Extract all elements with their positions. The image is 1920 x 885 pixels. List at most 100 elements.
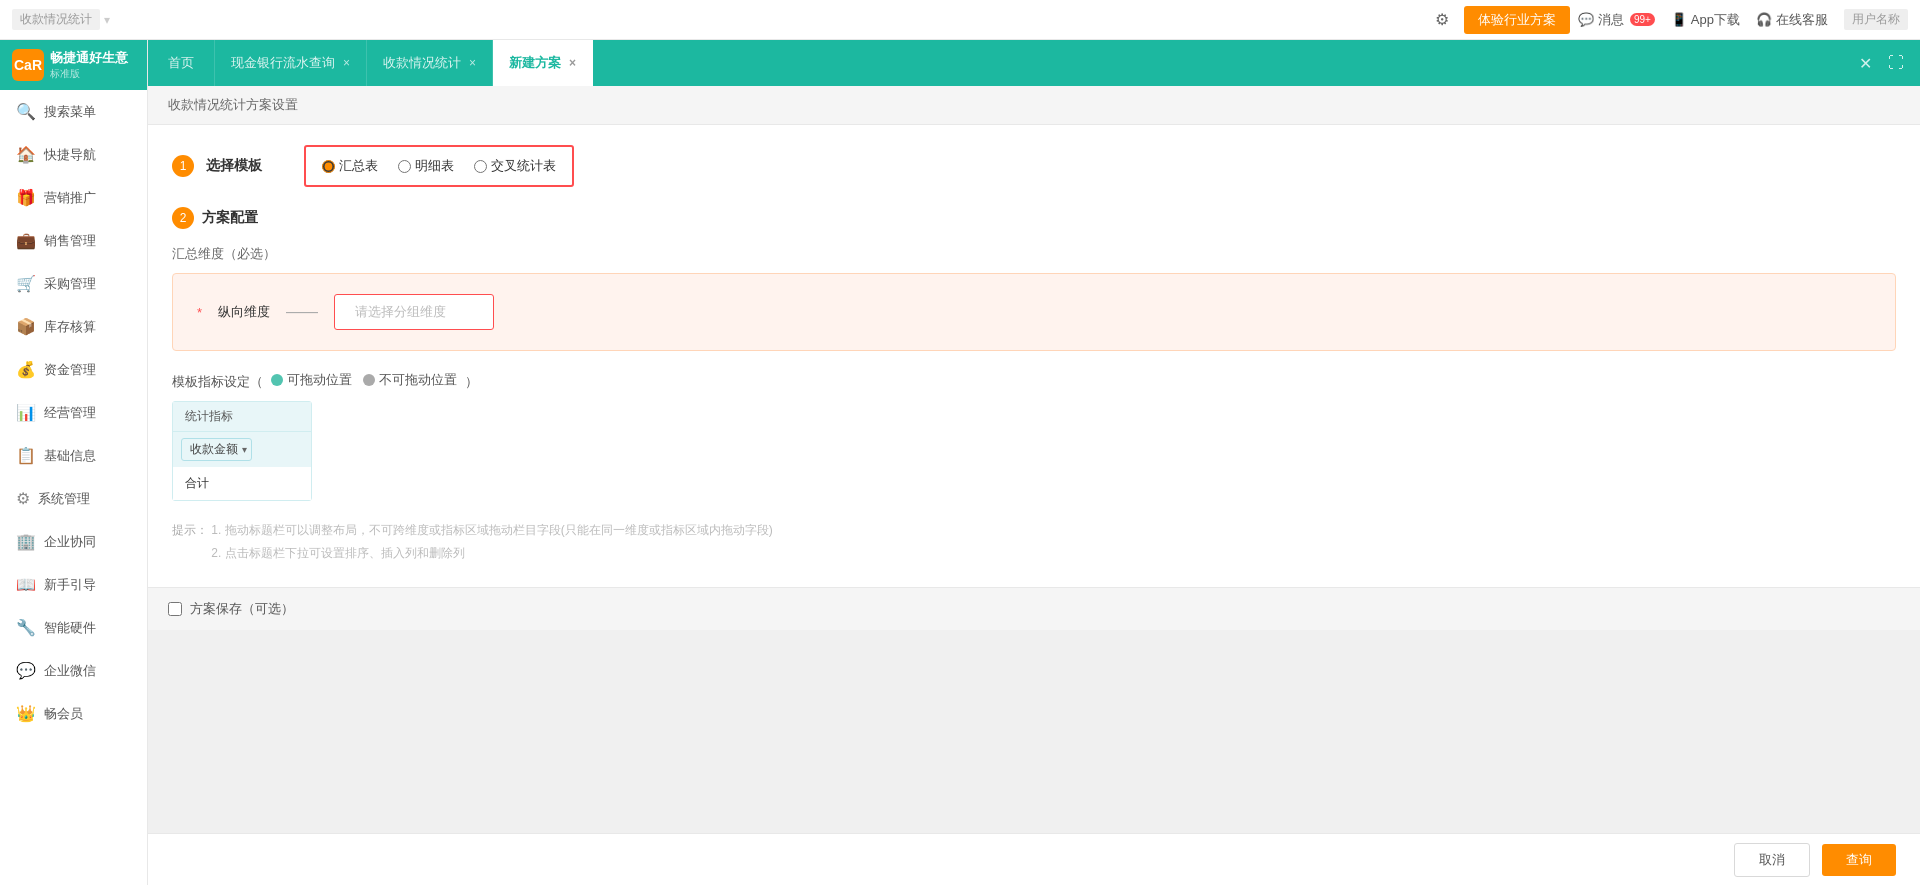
sidebar-label-enterprise: 企业协同: [44, 533, 96, 551]
sidebar-item-marketing[interactable]: 🎁 营销推广: [0, 176, 147, 219]
save-option-bar: 方案保存（可选）: [148, 587, 1920, 630]
industry-solution-button[interactable]: 体验行业方案: [1464, 6, 1570, 34]
gift-icon: 🎁: [16, 188, 36, 207]
sidebar-label-marketing: 营销推广: [44, 189, 96, 207]
tab-bank-flow[interactable]: 现金银行流水查询 ×: [215, 40, 367, 86]
tab-receipt-stats-label: 收款情况统计: [383, 54, 461, 72]
settings-button[interactable]: ⚙: [1428, 6, 1456, 34]
radio-summary[interactable]: 汇总表: [322, 157, 378, 175]
radio-cross-label: 交叉统计表: [491, 157, 556, 175]
step1-row: 1 选择模板 汇总表 明细表: [172, 145, 1896, 187]
purchase-icon: 🛒: [16, 274, 36, 293]
message-button[interactable]: 💬 消息 99+: [1578, 11, 1655, 29]
message-icon: 💬: [1578, 12, 1594, 27]
sidebar-label-hardware: 智能硬件: [44, 619, 96, 637]
sidebar-label-basic: 基础信息: [44, 447, 96, 465]
template-selection-box: 汇总表 明细表 交叉统计表: [304, 145, 574, 187]
step2-circle: 2: [172, 207, 194, 229]
tab-receipt-stats-close[interactable]: ×: [469, 56, 476, 70]
required-asterisk: *: [197, 305, 202, 320]
tab-maximize-button[interactable]: ⛶: [1884, 50, 1908, 76]
tab-close-window-button[interactable]: ✕: [1855, 50, 1876, 77]
sidebar-item-purchase[interactable]: 🛒 采购管理: [0, 262, 147, 305]
member-icon: 👑: [16, 704, 36, 723]
stats-header: 统计指标: [173, 402, 311, 432]
radio-detail-input[interactable]: [398, 160, 411, 173]
logo-edition: 标准版: [50, 67, 128, 81]
home-icon: 🏠: [16, 145, 36, 164]
save-label: 方案保存（可选）: [190, 600, 294, 618]
sidebar-label-member: 畅会员: [44, 705, 83, 723]
message-badge: 99+: [1630, 13, 1655, 26]
breadcrumb-arrow-icon: ▾: [104, 13, 110, 27]
sidebar-item-enterprise[interactable]: 🏢 企业协同: [0, 520, 147, 563]
header-right: 💬 消息 99+ 📱 App下载 🎧 在线客服 用户名称: [1578, 9, 1908, 30]
tab-new-plan-label: 新建方案: [509, 54, 561, 72]
tab-bar: 首页 现金银行流水查询 × 收款情况统计 × 新建方案 × ✕ ⛶: [148, 40, 1920, 86]
sidebar-label-inventory: 库存核算: [44, 318, 96, 336]
page-content: 收款情况统计方案设置 1 选择模板 汇总表: [148, 86, 1920, 833]
sidebar-item-inventory[interactable]: 📦 库存核算: [0, 305, 147, 348]
sidebar-label-quicknav: 快捷导航: [44, 146, 96, 164]
sidebar-item-wechat[interactable]: 💬 企业微信: [0, 649, 147, 692]
logo-main-text: 畅捷通好生意: [50, 49, 128, 67]
sidebar-label-sales: 销售管理: [44, 232, 96, 250]
sidebar-label-guide: 新手引导: [44, 576, 96, 594]
sidebar-item-member[interactable]: 👑 畅会员: [0, 692, 147, 735]
page-title-bar: 收款情况统计方案设置: [148, 86, 1920, 125]
logo-icon: CaR: [12, 49, 44, 81]
online-service-button[interactable]: 🎧 在线客服: [1756, 11, 1828, 29]
cancel-button[interactable]: 取消: [1734, 843, 1810, 877]
step2-label: 方案配置: [202, 209, 258, 227]
radio-summary-input[interactable]: [322, 160, 335, 173]
indicator-settings: 模板指标设定（ 可拖动位置 不可拖动位置 ）: [172, 371, 1896, 501]
sidebar-item-quicknav[interactable]: 🏠 快捷导航: [0, 133, 147, 176]
undraggable-position-badge: 不可拖动位置: [363, 371, 457, 389]
dimension-arrow-icon: ——: [286, 303, 318, 321]
radio-cross[interactable]: 交叉统计表: [474, 157, 556, 175]
radio-detail[interactable]: 明细表: [398, 157, 454, 175]
tab-home[interactable]: 首页: [148, 40, 215, 86]
sidebar-item-finance[interactable]: 💰 资金管理: [0, 348, 147, 391]
dimension-row: * 纵向维度 —— 请选择分组维度: [197, 294, 1871, 330]
radio-cross-input[interactable]: [474, 160, 487, 173]
hardware-icon: 🔧: [16, 618, 36, 637]
sum-cell: 合计: [173, 467, 311, 500]
sidebar-item-management[interactable]: 📊 经营管理: [0, 391, 147, 434]
tab-new-plan[interactable]: 新建方案 ×: [493, 40, 593, 86]
sidebar-label-system: 系统管理: [38, 490, 90, 508]
dimension-section-title: 汇总维度（必选）: [172, 245, 1896, 263]
sidebar-label-finance: 资金管理: [44, 361, 96, 379]
radio-detail-label: 明细表: [415, 157, 454, 175]
page-title: 收款情况统计方案设置: [168, 97, 298, 112]
indicator-settings-label: 模板指标设定（ 可拖动位置 不可拖动位置 ）: [172, 371, 478, 391]
receipt-amount-label: 收款金额: [190, 441, 238, 458]
vertical-dimension-label: 纵向维度: [218, 303, 270, 321]
user-avatar[interactable]: 用户名称: [1844, 9, 1908, 30]
sidebar-item-sales[interactable]: 💼 销售管理: [0, 219, 147, 262]
receipt-amount-tag[interactable]: 收款金额 ▾: [181, 438, 252, 461]
sidebar: CaR 畅捷通好生意 标准版 🔍 搜索菜单 🏠 快捷导航 🎁 营销推广 💼: [0, 40, 148, 885]
top-header: 收款情况统计 ▾ ⚙ 体验行业方案 💬 消息 99+ 📱 App下载 🎧 在线客…: [0, 0, 1920, 40]
sidebar-item-basic[interactable]: 📋 基础信息: [0, 434, 147, 477]
app-download-button[interactable]: 📱 App下载: [1671, 11, 1740, 29]
breadcrumb-text: 收款情况统计: [12, 9, 100, 30]
content-area: 首页 现金银行流水查询 × 收款情况统计 × 新建方案 × ✕ ⛶: [148, 40, 1920, 885]
tab-bank-flow-close[interactable]: ×: [343, 56, 350, 70]
search-icon: 🔍: [16, 102, 36, 121]
save-checkbox[interactable]: [168, 602, 182, 616]
logo-area: CaR 畅捷通好生意 标准版: [0, 40, 147, 90]
tab-new-plan-close[interactable]: ×: [569, 56, 576, 70]
sidebar-item-hardware[interactable]: 🔧 智能硬件: [0, 606, 147, 649]
sidebar-item-search[interactable]: 🔍 搜索菜单: [0, 90, 147, 133]
breadcrumb-area: 收款情况统计 ▾: [12, 9, 1420, 30]
config-section: 2 方案配置 汇总维度（必选） * 纵向维度 —— 请选择分组维度: [172, 207, 1896, 563]
sidebar-item-guide[interactable]: 📖 新手引导: [0, 563, 147, 606]
tab-receipt-stats[interactable]: 收款情况统计 ×: [367, 40, 493, 86]
enterprise-icon: 🏢: [16, 532, 36, 551]
sidebar-item-system[interactable]: ⚙ 系统管理: [0, 477, 147, 520]
indicator-table: 统计指标 收款金额 ▾ 合计: [172, 401, 312, 501]
sidebar-label-purchase: 采购管理: [44, 275, 96, 293]
query-button[interactable]: 查询: [1822, 844, 1896, 876]
dimension-select[interactable]: 请选择分组维度: [334, 294, 494, 330]
